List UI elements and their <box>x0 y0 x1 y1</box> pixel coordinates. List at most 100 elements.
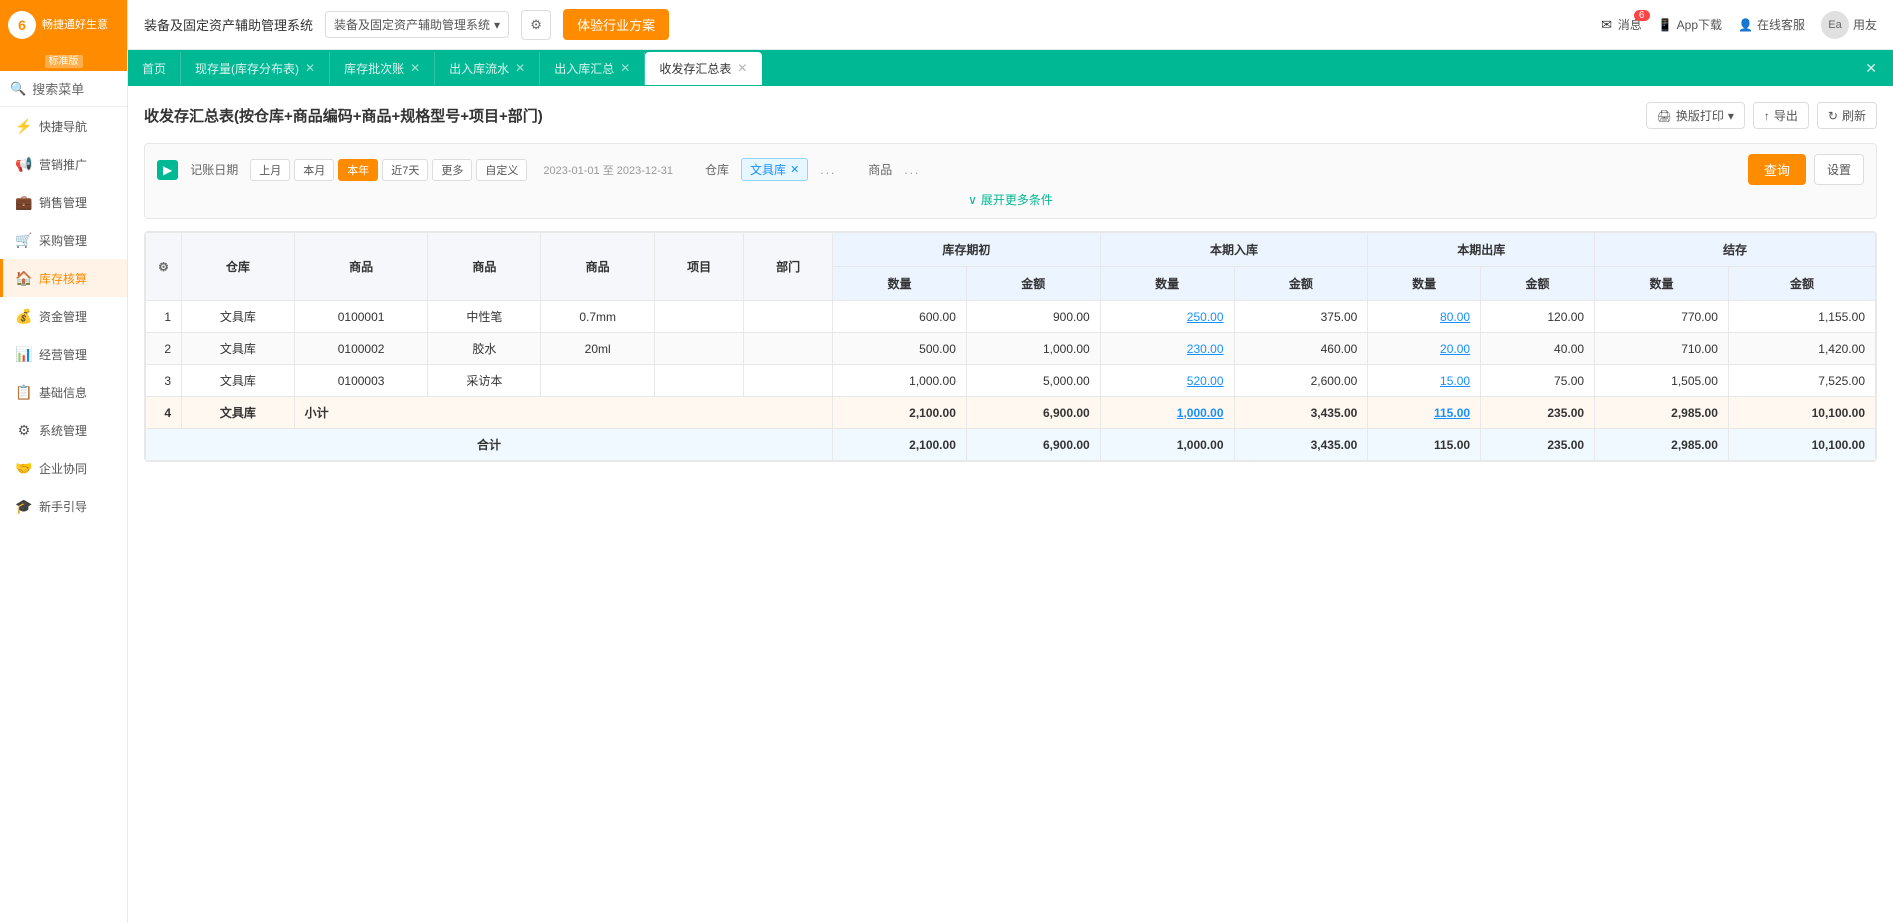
sidebar-item-enterprise[interactable]: 🤝 企业协同 <box>0 449 127 487</box>
table-row: 3 文具库 0100003 采访本 1,000.00 5,000.00 520.… <box>146 365 1876 397</box>
app-download-label: App下载 <box>1677 16 1722 33</box>
messages-button[interactable]: ✉ 6 消息 <box>1601 16 1642 33</box>
row-opening-qty: 1,000.00 <box>833 365 967 397</box>
tab-inout-flow[interactable]: 出入库流水 ✕ <box>435 52 540 85</box>
export-label: 导出 <box>1774 107 1798 124</box>
sidebar-item-purchase[interactable]: 🛒 采购管理 <box>0 221 127 259</box>
date-btn-custom[interactable]: 自定义 <box>476 159 527 181</box>
col-out-qty-header: 数量 <box>1368 267 1481 301</box>
col-in-group-header: 本期入库 <box>1100 233 1368 267</box>
tab-recv-send-summary-close[interactable]: ✕ <box>737 61 747 75</box>
goods-filter-dots[interactable]: ... <box>904 163 920 177</box>
row-goods-code: 0100002 <box>294 333 428 365</box>
tab-inout-summary[interactable]: 出入库汇总 ✕ <box>540 52 645 85</box>
user-label: 用友 <box>1853 16 1877 33</box>
subtotal-label: 小计 <box>294 397 832 429</box>
refresh-button[interactable]: ↻ 刷新 <box>1817 102 1877 129</box>
col-in-amt-header: 金额 <box>1234 267 1368 301</box>
content-area: 收发存汇总表(按仓库+商品编码+商品+规格型号+项目+部门) 🖨 换版打印 ▾ … <box>128 86 1893 923</box>
sidebar-logo: 6 畅捷通好生意 <box>0 0 127 50</box>
tab-batch[interactable]: 库存批次账 ✕ <box>330 52 435 85</box>
sidebar-item-quicknav[interactable]: ⚡ 快捷导航 <box>0 107 127 145</box>
settings-gear-button[interactable]: ⚙ <box>521 10 551 40</box>
tab-inventory-dist-label: 现存量(库存分布表) <box>195 60 299 77</box>
tab-inout-flow-close[interactable]: ✕ <box>515 61 525 75</box>
export-button[interactable]: ↑ 导出 <box>1753 102 1809 129</box>
date-btn-this-month[interactable]: 本月 <box>294 159 334 181</box>
gear-icon: ⚙ <box>530 17 542 33</box>
app-download-button[interactable]: 📱 App下载 <box>1658 16 1722 33</box>
tab-close-all[interactable]: ✕ <box>1857 60 1885 77</box>
user-menu[interactable]: Ea 用友 <box>1821 11 1877 39</box>
row-closing-amt: 1,420.00 <box>1728 333 1875 365</box>
online-service-button[interactable]: 👤 在线客服 <box>1738 16 1805 33</box>
tab-home[interactable]: 首页 <box>128 52 181 85</box>
row-goods-name: 中性笔 <box>428 301 541 333</box>
tab-inout-flow-label: 出入库流水 <box>449 60 509 77</box>
expand-more-button[interactable]: ∨ 展开更多条件 <box>968 191 1053 208</box>
tab-recv-send-summary[interactable]: 收发存汇总表 ✕ <box>645 52 762 85</box>
query-button[interactable]: 查询 <box>1748 154 1806 185</box>
expand-row: ∨ 展开更多条件 <box>157 191 1864 208</box>
row-goods-name: 胶水 <box>428 333 541 365</box>
sidebar-item-inventory[interactable]: 🏠 库存核算 <box>0 259 127 297</box>
row-opening-amt: 1,000.00 <box>966 333 1100 365</box>
sidebar-item-label: 采购管理 <box>39 232 87 249</box>
date-btn-last-month[interactable]: 上月 <box>250 159 290 181</box>
total-closing-qty: 2,985.00 <box>1595 429 1729 461</box>
tab-recv-send-summary-label: 收发存汇总表 <box>659 60 731 77</box>
filter-toggle-button[interactable]: ▶ <box>157 160 178 180</box>
row-department <box>744 301 833 333</box>
sidebar-item-newbie[interactable]: 🎓 新手引导 <box>0 487 127 525</box>
row-project <box>655 301 744 333</box>
date-btn-more[interactable]: 更多 <box>432 159 472 181</box>
row-opening-amt: 900.00 <box>966 301 1100 333</box>
warehouse-tag-text: 文具库 <box>750 161 786 178</box>
print-button[interactable]: 🖨 换版打印 ▾ <box>1646 102 1745 129</box>
operations-icon: 📊 <box>15 345 33 363</box>
logo-icon: 6 <box>8 11 36 39</box>
warehouse-tag: 文具库 ✕ <box>741 158 808 181</box>
subtotal-in-qty: 1,000.00 <box>1100 397 1234 429</box>
system-dropdown[interactable]: 装备及固定资产辅助管理系统 ▾ <box>325 11 509 38</box>
finance-icon: 💰 <box>15 307 33 325</box>
total-in-qty: 1,000.00 <box>1100 429 1234 461</box>
sidebar-item-finance[interactable]: 💰 资金管理 <box>0 297 127 335</box>
tab-batch-close[interactable]: ✕ <box>410 61 420 75</box>
sidebar-item-sales[interactable]: 💼 销售管理 <box>0 183 127 221</box>
total-row: 合计 2,100.00 6,900.00 1,000.00 3,435.00 1… <box>146 429 1876 461</box>
row-closing-qty: 710.00 <box>1595 333 1729 365</box>
sidebar-search[interactable]: 🔍 搜索菜单 <box>0 71 127 107</box>
quicknav-icon: ⚡ <box>15 117 33 135</box>
col-goods-code-header: 商品 <box>294 233 428 301</box>
filter-settings-button[interactable]: 设置 <box>1814 154 1864 185</box>
date-range-display: 2023-01-01 至 2023-12-31 <box>543 162 673 178</box>
tab-inventory-dist[interactable]: 现存量(库存分布表) ✕ <box>181 52 330 85</box>
subtotal-closing-amt: 10,100.00 <box>1728 397 1875 429</box>
data-table: ⚙ 仓库 商品 商品 商品 项目 部门 库存期初 本期入库 本期出库 结存 <box>145 232 1876 461</box>
sidebar-item-marketing[interactable]: 📢 营销推广 <box>0 145 127 183</box>
chevron-down-icon: ▾ <box>1728 109 1734 123</box>
tab-inventory-dist-close[interactable]: ✕ <box>305 61 315 75</box>
trial-button[interactable]: 体验行业方案 <box>563 9 669 40</box>
warehouse-filter-dots[interactable]: ... <box>820 163 836 177</box>
date-btn-this-year[interactable]: 本年 <box>338 159 378 181</box>
sidebar-item-system[interactable]: ⚙ 系统管理 <box>0 411 127 449</box>
total-in-amt: 3,435.00 <box>1234 429 1368 461</box>
table-settings-icon[interactable]: ⚙ <box>158 260 169 274</box>
row-in-amt: 460.00 <box>1234 333 1368 365</box>
enterprise-icon: 🤝 <box>15 459 33 477</box>
sidebar-item-base[interactable]: 📋 基础信息 <box>0 373 127 411</box>
subtotal-closing-qty: 2,985.00 <box>1595 397 1729 429</box>
sidebar-item-label: 企业协同 <box>39 460 87 477</box>
sidebar-item-label: 系统管理 <box>39 422 87 439</box>
warehouse-tag-remove[interactable]: ✕ <box>790 163 799 176</box>
row-goods-name: 采访本 <box>428 365 541 397</box>
tab-inout-summary-close[interactable]: ✕ <box>620 61 630 75</box>
sidebar-item-operations[interactable]: 📊 经营管理 <box>0 335 127 373</box>
printer-icon: 🖨 <box>1657 109 1672 123</box>
date-btn-7days[interactable]: 近7天 <box>382 159 428 181</box>
date-buttons: 上月 本月 本年 近7天 更多 自定义 <box>250 159 527 181</box>
row-project <box>655 365 744 397</box>
total-opening-amt: 6,900.00 <box>966 429 1100 461</box>
